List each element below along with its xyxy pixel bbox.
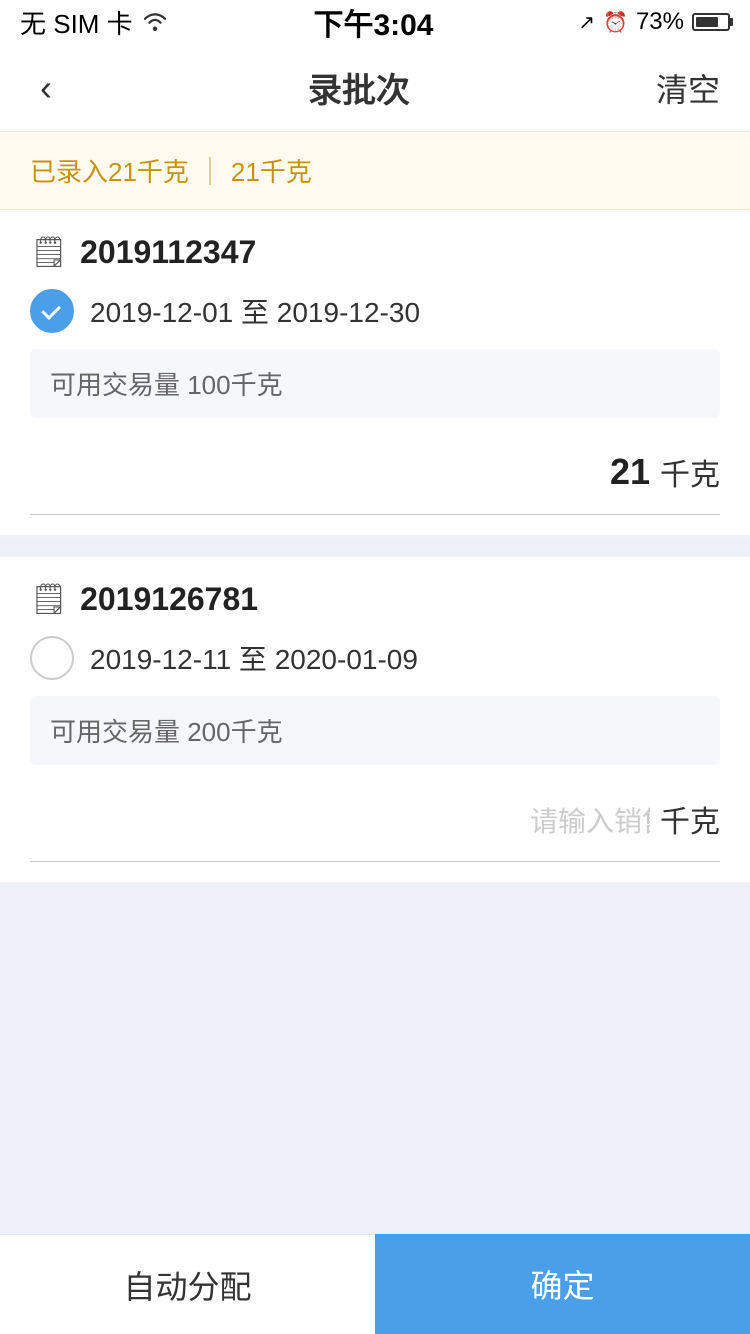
batch-header-1: 🗒 2019112347	[0, 210, 750, 281]
batch-available-2: 可用交易量 200千克	[30, 696, 720, 765]
batch-row-2: 2019-12-11 至 2020-01-09	[0, 628, 750, 688]
batch-id-2: 2019126781	[80, 581, 258, 618]
radio-button-2[interactable]	[30, 636, 74, 680]
card-bottom-space-2	[0, 862, 750, 882]
back-button[interactable]: ‹	[30, 57, 62, 119]
total-weight: 21千克	[231, 152, 312, 189]
footer: 自动分配 确定	[0, 1234, 750, 1334]
quantity-unit-1: 千克	[660, 450, 720, 494]
card-bottom-space-1	[0, 515, 750, 535]
batch-available-1: 可用交易量 100千克	[30, 349, 720, 418]
auto-distribute-button[interactable]: 自动分配	[0, 1234, 375, 1334]
info-divider	[209, 157, 211, 185]
batch-id-1: 2019112347	[80, 234, 256, 271]
bottom-area	[0, 884, 750, 1284]
status-left: 无 SIM 卡	[20, 4, 169, 41]
batch-date-2: 2019-12-11 至 2020-01-09	[90, 638, 418, 678]
section-separator	[0, 537, 750, 557]
info-banner: 已录入21千克 21千克	[0, 132, 750, 210]
recorded-weight: 已录入21千克	[30, 152, 189, 189]
batch-card-2: 🗒 2019126781 2019-12-11 至 2020-01-09 可用交…	[0, 557, 750, 882]
batch-card-1: 🗒 2019112347 2019-12-01 至 2019-12-30 可用交…	[0, 210, 750, 535]
battery-percent: 73%	[636, 8, 684, 36]
page-title: 录批次	[308, 63, 410, 112]
battery-icon	[692, 13, 730, 31]
wifi-icon	[141, 7, 169, 38]
status-right: ↗ ⏰ 73%	[578, 8, 730, 36]
status-bar: 无 SIM 卡 下午3:04 ↗ ⏰ 73%	[0, 0, 750, 44]
location-icon: ↗	[578, 10, 595, 35]
batch-doc-icon-1: 🗒	[30, 235, 68, 270]
clear-button[interactable]: 清空	[656, 65, 720, 111]
quantity-row-2: 千克	[0, 781, 750, 861]
quantity-row-1: 千克	[0, 434, 750, 514]
batch-date-1: 2019-12-01 至 2019-12-30	[90, 291, 420, 331]
nav-bar: ‹ 录批次 清空	[0, 44, 750, 132]
quantity-input-2[interactable]	[530, 798, 650, 840]
clock-icon: ⏰	[603, 10, 628, 35]
quantity-input-1[interactable]	[530, 451, 650, 493]
status-time: 下午3:04	[313, 0, 433, 44]
quantity-unit-2: 千克	[660, 797, 720, 841]
batch-doc-icon-2: 🗒	[30, 582, 68, 617]
radio-button-1[interactable]	[30, 289, 74, 333]
sim-status: 无 SIM 卡	[20, 4, 133, 41]
confirm-button[interactable]: 确定	[375, 1234, 750, 1334]
batch-header-2: 🗒 2019126781	[0, 557, 750, 628]
batch-row-1: 2019-12-01 至 2019-12-30	[0, 281, 750, 341]
